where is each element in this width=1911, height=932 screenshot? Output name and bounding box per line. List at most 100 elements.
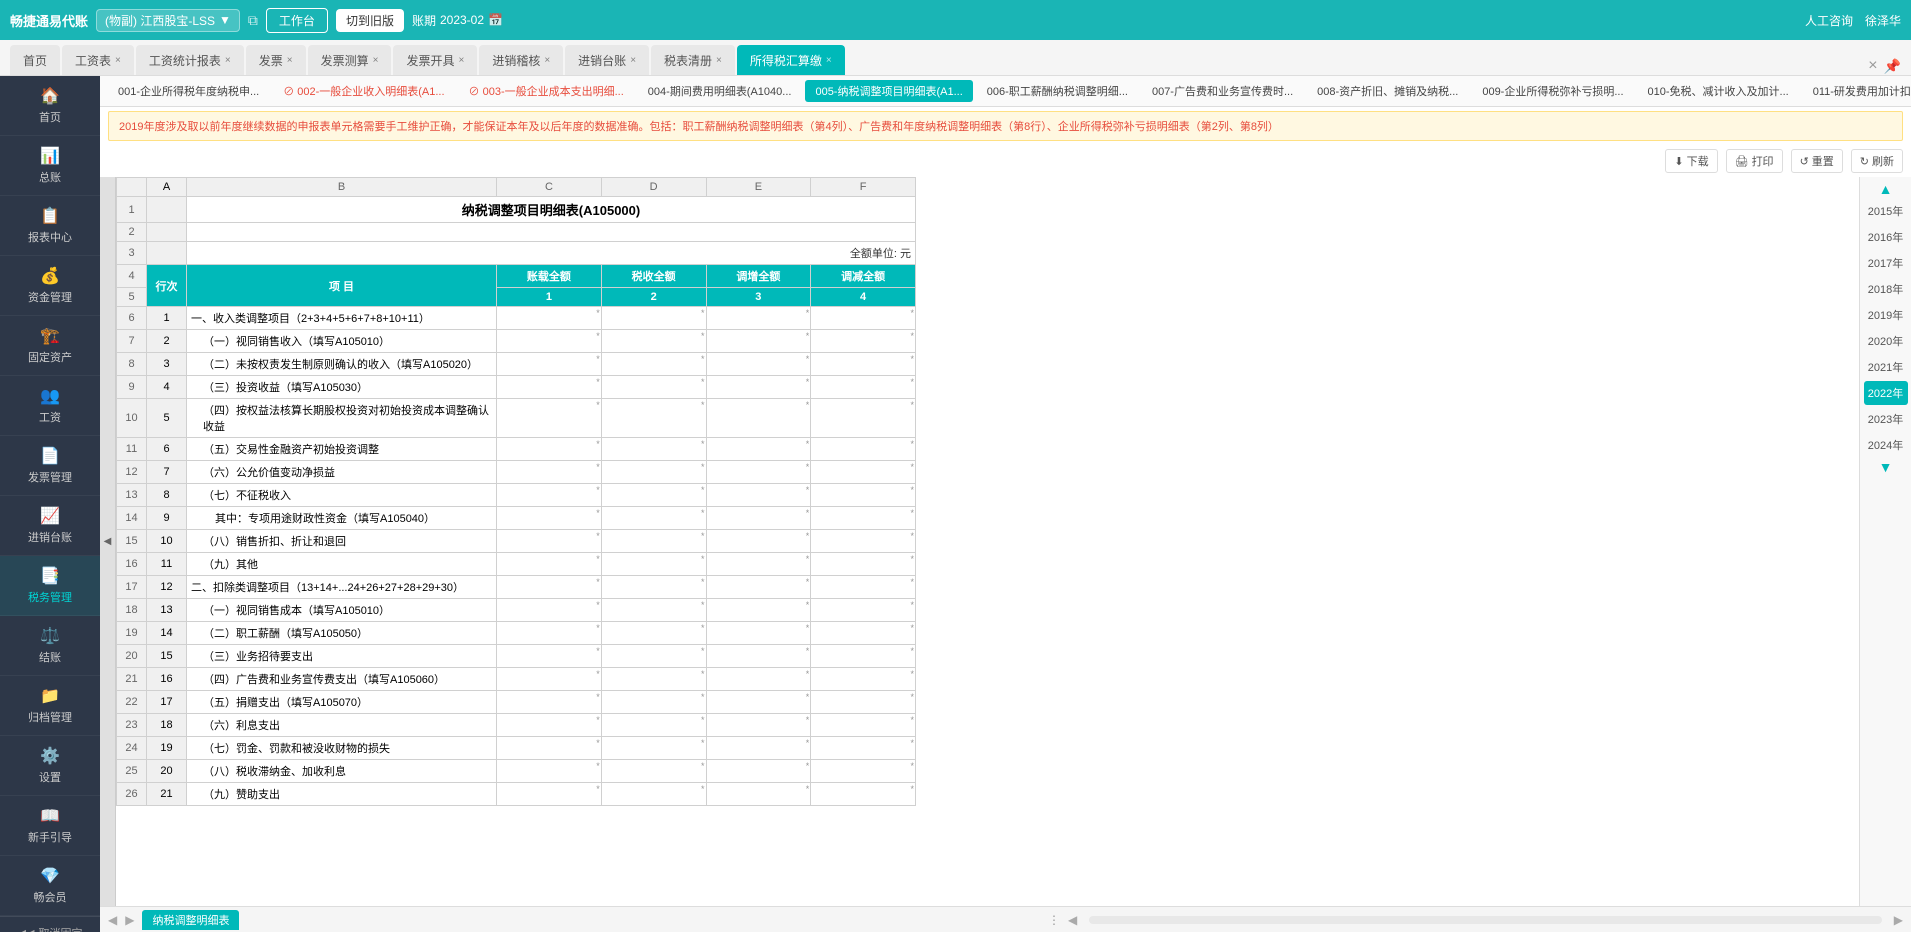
close-tab-salary-report[interactable]: × bbox=[225, 55, 231, 66]
company-select[interactable]: (物副) 江西股宝-LSS ▼ bbox=[96, 9, 240, 32]
warning-bar: 2019年度涉及取以前年度继续数据的申报表单元格需要手工维护正确，才能保证本年及… bbox=[108, 111, 1903, 141]
old-version-button[interactable]: 切到旧版 bbox=[336, 9, 404, 32]
sheet-nav-right[interactable]: ▶ bbox=[125, 913, 134, 927]
bottom-sheet-tab[interactable]: 纳税调整明细表 bbox=[142, 910, 239, 930]
close-all-tabs[interactable]: × bbox=[1868, 57, 1877, 75]
reset-icon: ↺ bbox=[1800, 155, 1809, 168]
sheet-unit: 全额单位: 元 bbox=[187, 242, 916, 265]
consult-link[interactable]: 人工咨询 bbox=[1805, 12, 1853, 29]
pin-tabs[interactable]: 📌 bbox=[1884, 58, 1901, 75]
year-nav-up[interactable]: ▲ bbox=[1879, 181, 1893, 197]
copy-icon[interactable]: ⧉ bbox=[248, 12, 258, 29]
close-tab-tax-list[interactable]: × bbox=[716, 55, 722, 66]
scroll-left[interactable]: ◀ bbox=[1068, 913, 1077, 927]
sheet-row-2-content bbox=[187, 223, 916, 242]
work-tab-button[interactable]: 工作台 bbox=[266, 8, 328, 33]
collapse-panel-button[interactable]: ◀ bbox=[100, 177, 116, 906]
year-2024[interactable]: 2024年 bbox=[1864, 433, 1908, 457]
table-row: 12 7 （六）公允价值变动净损益 bbox=[117, 461, 916, 484]
user-name[interactable]: 徐泽华 bbox=[1865, 12, 1901, 29]
sub-nav-010[interactable]: 010-免税、减计收入及加计... bbox=[1638, 80, 1799, 102]
tab-tax-list[interactable]: 税表清册 × bbox=[651, 45, 735, 75]
close-tab-income-tax[interactable]: × bbox=[826, 55, 832, 66]
sub-nav-006[interactable]: 006-职工薪酬纳税调整明细... bbox=[977, 80, 1138, 102]
table-row: 25 20 （八）税收滞纳金、加收利息 bbox=[117, 760, 916, 783]
sidebar-item-taxmgr[interactable]: 📑 税务管理 bbox=[0, 556, 100, 616]
tab-home[interactable]: 首页 bbox=[10, 45, 60, 75]
col-e-subnum: 3 bbox=[706, 288, 811, 307]
sidebar-item-ledger[interactable]: 📊 总账 bbox=[0, 136, 100, 196]
year-2021[interactable]: 2021年 bbox=[1864, 355, 1908, 379]
tab-invoice-calc[interactable]: 发票测算 × bbox=[308, 45, 392, 75]
unpin-button[interactable]: ◀◀ 取消固定 bbox=[0, 917, 100, 932]
ledger-icon: 📊 bbox=[40, 146, 60, 166]
salary-icon: 👥 bbox=[40, 386, 60, 406]
sidebar-item-settings[interactable]: ⚙️ 设置 bbox=[0, 736, 100, 796]
close-tab-sales-ledger[interactable]: × bbox=[630, 55, 636, 66]
sidebar-item-report[interactable]: 📋 报表中心 bbox=[0, 196, 100, 256]
tab-sales-check[interactable]: 进销稽核 × bbox=[479, 45, 563, 75]
download-button[interactable]: ⬇ 下载 bbox=[1665, 149, 1717, 173]
tab-salary[interactable]: 工资表 × bbox=[62, 45, 134, 75]
sidebar-item-salary[interactable]: 👥 工资 bbox=[0, 376, 100, 436]
sub-nav-011[interactable]: 011-研发费用加计扣除优惠... bbox=[1803, 80, 1911, 102]
member-icon: 💎 bbox=[40, 866, 60, 886]
year-2022[interactable]: 2022年 bbox=[1864, 381, 1908, 405]
sidebar-item-home[interactable]: 🏠 首页 bbox=[0, 76, 100, 136]
tab-sales-ledger[interactable]: 进销台账 × bbox=[565, 45, 649, 75]
year-2023[interactable]: 2023年 bbox=[1864, 407, 1908, 431]
sheet-options[interactable]: ⋮ bbox=[1048, 913, 1060, 927]
sidebar-label-assets: 固定资产 bbox=[28, 349, 72, 365]
sheet-title: 纳税调整项目明细表(A105000) bbox=[187, 197, 916, 223]
reset-button[interactable]: ↺ 重置 bbox=[1791, 149, 1843, 173]
download-icon: ⬇ bbox=[1674, 155, 1683, 168]
sub-nav-007[interactable]: 007-广告费和业务宣传费时... bbox=[1142, 80, 1303, 102]
close-tab-salary[interactable]: × bbox=[115, 55, 121, 66]
sidebar-item-settle[interactable]: ⚖️ 结账 bbox=[0, 616, 100, 676]
close-tab-sales-check[interactable]: × bbox=[544, 55, 550, 66]
sidebar-item-archive[interactable]: 📁 归档管理 bbox=[0, 676, 100, 736]
sub-nav-001[interactable]: 001-企业所得税年度纳税申... bbox=[108, 80, 269, 102]
sub-nav-003[interactable]: ⊘ 003-一般企业成本支出明细... bbox=[459, 80, 634, 102]
sidebar-item-finance[interactable]: 💰 资金管理 bbox=[0, 256, 100, 316]
spreadsheet-wrapper[interactable]: A B C D E F 1 纳税调整项目明细表(A105000) bbox=[116, 177, 1859, 906]
sheet-row-4-num: 4 bbox=[117, 265, 147, 288]
col-rownumber-header: 行次 bbox=[147, 265, 187, 307]
year-2018[interactable]: 2018年 bbox=[1864, 277, 1908, 301]
col-b-header: B bbox=[187, 178, 497, 197]
sidebar-item-salesledger[interactable]: 📈 进销台账 bbox=[0, 496, 100, 556]
refresh-button[interactable]: ↻ 刷新 bbox=[1851, 149, 1903, 173]
sidebar-bottom: ◀◀ 取消固定 bbox=[0, 916, 100, 932]
account-period: 账期 2023-02 📅 bbox=[412, 12, 503, 29]
sub-nav-002[interactable]: ⊘ 002-一般企业收入明细表(A1... bbox=[273, 80, 454, 102]
year-nav-down[interactable]: ▼ bbox=[1879, 459, 1893, 475]
tab-salary-report[interactable]: 工资统计报表 × bbox=[136, 45, 244, 75]
year-2019[interactable]: 2019年 bbox=[1864, 303, 1908, 327]
scroll-right[interactable]: ▶ bbox=[1894, 913, 1903, 927]
table-row: 15 10 （八）销售折扣、折让和退回 bbox=[117, 530, 916, 553]
print-button[interactable]: 🖨 打印 bbox=[1726, 149, 1783, 173]
tab-invoice-open[interactable]: 发票开具 × bbox=[393, 45, 477, 75]
sub-nav-005[interactable]: 005-纳税调整项目明细表(A1... bbox=[805, 80, 972, 102]
sidebar-item-assets[interactable]: 🏗️ 固定资产 bbox=[0, 316, 100, 376]
sub-nav-009[interactable]: 009-企业所得税弥补亏损明... bbox=[1472, 80, 1633, 102]
close-tab-invoice-calc[interactable]: × bbox=[373, 55, 379, 66]
sidebar-item-invoicemgr[interactable]: 📄 发票管理 bbox=[0, 436, 100, 496]
sub-nav-004[interactable]: 004-期间费用明细表(A1040... bbox=[638, 80, 802, 102]
sub-nav-008[interactable]: 008-资产折旧、摊销及纳税... bbox=[1307, 80, 1468, 102]
col-e-header: E bbox=[706, 178, 811, 197]
horizontal-scrollbar[interactable] bbox=[1089, 916, 1882, 924]
year-2015[interactable]: 2015年 bbox=[1864, 199, 1908, 223]
tab-invoice[interactable]: 发票 × bbox=[246, 45, 306, 75]
sheet-nav-left[interactable]: ◀ bbox=[108, 913, 117, 927]
sidebar-item-member[interactable]: 💎 畅会员 bbox=[0, 856, 100, 916]
year-2016[interactable]: 2016年 bbox=[1864, 225, 1908, 249]
close-tab-invoice-open[interactable]: × bbox=[458, 55, 464, 66]
sheet-row-3-a bbox=[147, 242, 187, 265]
col-f-subnum: 4 bbox=[811, 288, 916, 307]
tab-income-tax[interactable]: 所得税汇算缴 × bbox=[737, 45, 845, 75]
year-2017[interactable]: 2017年 bbox=[1864, 251, 1908, 275]
year-2020[interactable]: 2020年 bbox=[1864, 329, 1908, 353]
close-tab-invoice[interactable]: × bbox=[287, 55, 293, 66]
sidebar-item-guide[interactable]: 📖 新手引导 bbox=[0, 796, 100, 856]
